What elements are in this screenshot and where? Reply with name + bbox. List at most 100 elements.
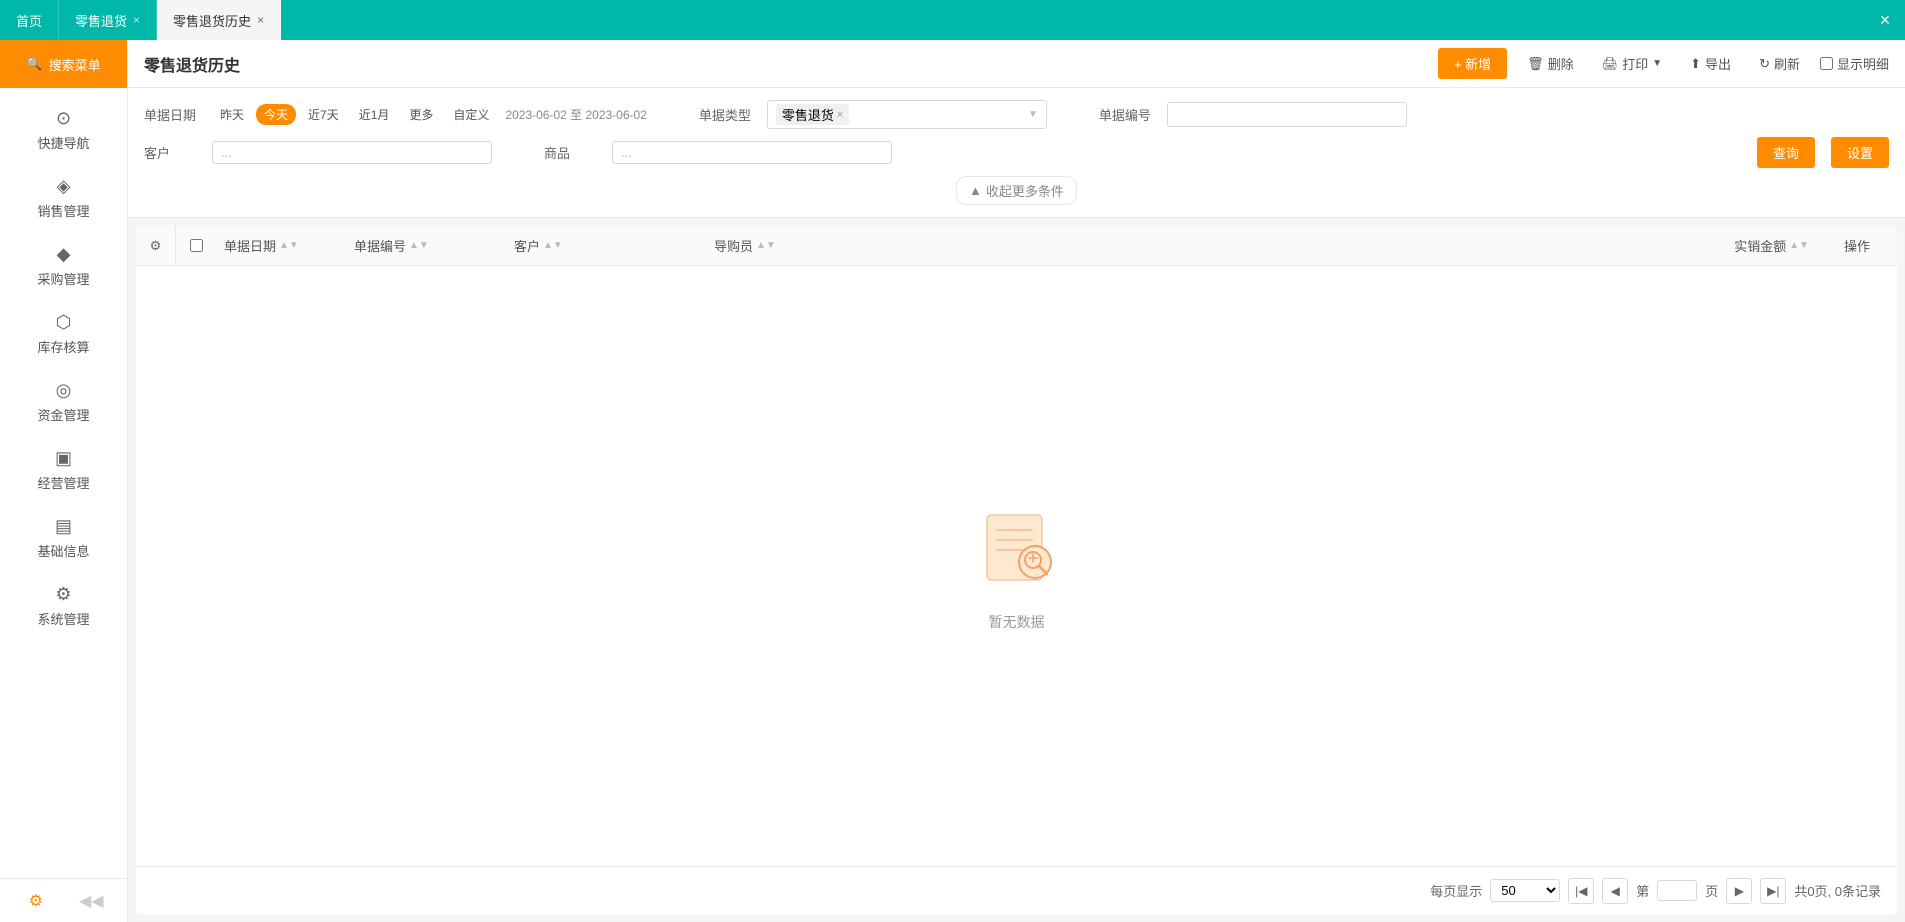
th-guide-sort-icon[interactable]: ▲▼ [756, 241, 776, 251]
doc-type-tag-label: 零售退货 [782, 105, 834, 124]
sidebar-bottom: ⚙ ◀◀ [0, 878, 127, 922]
sidebar-item-inventory-label: 库存核算 [37, 337, 89, 356]
page-first-button[interactable]: |◀ [1568, 878, 1594, 904]
pagination-bar: 每页显示 50 10 20 100 |◀ ◀ 第 1 页 ▶ ▶| 共0页, 0… [136, 866, 1897, 914]
tab-return[interactable]: 零售退货 × [59, 0, 157, 40]
date-opt-custom[interactable]: 自定义 [445, 104, 497, 125]
empty-text: 暂无数据 [989, 612, 1045, 632]
sidebar-item-purchase-mgmt-label: 采购管理 [37, 269, 89, 288]
page-prev-button[interactable]: ◀ [1602, 878, 1628, 904]
filter-row-1: 单据日期 昨天 今天 近7天 近1月 更多 自定义 2023-06-02 至 2… [144, 100, 1889, 129]
query-button[interactable]: 查询 [1757, 137, 1815, 168]
th-date-label: 单据日期 [224, 236, 276, 255]
sidebar-item-quick-nav[interactable]: ⊙ 快捷导航 [0, 96, 127, 164]
sidebar-item-purchase-mgmt[interactable]: ◆ 采购管理 [0, 232, 127, 300]
export-button[interactable]: ⬆ 导出 [1682, 50, 1739, 77]
finance-icon: ◎ [56, 380, 72, 401]
sidebar-item-basic-info[interactable]: ▤ 基础信息 [0, 504, 127, 572]
date-opt-7days[interactable]: 近7天 [300, 104, 347, 125]
customer-placeholder: ... [221, 145, 232, 160]
purchase-mgmt-icon: ◆ [57, 244, 71, 265]
delete-label: 删除 [1548, 54, 1574, 73]
ops-mgmt-icon: ▣ [55, 448, 72, 469]
tab-home[interactable]: 首页 [0, 0, 59, 40]
table-header: ⚙ 单据日期 ▲▼ 单据编号 ▲▼ 客户 ▲▼ 导购员 [136, 226, 1897, 266]
th-guide-label: 导购员 [714, 236, 753, 255]
sidebar-search-label: 搜索菜单 [49, 55, 101, 74]
sidebar-nav: ⊙ 快捷导航 ◈ 销售管理 ◆ 采购管理 ⬡ 库存核算 ◎ 资金管理 ▣ 经营管… [0, 88, 127, 878]
basic-info-icon: ▤ [55, 516, 72, 537]
collapse-label: 收起更多条件 [986, 181, 1064, 200]
th-no: 单据编号 ▲▼ [346, 236, 506, 255]
goods-select[interactable]: ... [612, 141, 892, 164]
tab-return-close[interactable]: × [133, 13, 140, 27]
inventory-icon: ⬡ [56, 312, 72, 333]
select-all-checkbox[interactable] [190, 239, 203, 252]
page-header: 零售退货历史 + 新增 🗑 删除 🖨 打印 ▼ ⬆ 导出 ↻ [128, 40, 1905, 88]
filter-area: 单据日期 昨天 今天 近7天 近1月 更多 自定义 2023-06-02 至 2… [128, 88, 1905, 218]
date-opt-1month[interactable]: 近1月 [351, 104, 398, 125]
refresh-label: 刷新 [1774, 54, 1800, 73]
sales-mgmt-icon: ◈ [57, 176, 71, 197]
window-close-button[interactable]: × [1865, 0, 1905, 40]
filter-row-2: 客户 ... 商品 ... 查询 设置 [144, 137, 1889, 168]
tab-return-history[interactable]: 零售退货历史 × [157, 0, 281, 40]
refresh-button[interactable]: ↻ 刷新 [1751, 50, 1808, 77]
sidebar-item-system-mgmt-label: 系统管理 [37, 609, 89, 628]
th-amount-sort-icon[interactable]: ▲▼ [1789, 241, 1809, 251]
date-opt-more[interactable]: 更多 [401, 104, 441, 125]
page-next-button[interactable]: ▶ [1726, 878, 1752, 904]
customer-select[interactable]: ... [212, 141, 492, 164]
sidebar-item-ops-mgmt[interactable]: ▣ 经营管理 [0, 436, 127, 504]
setting-button[interactable]: 设置 [1831, 137, 1889, 168]
page-last-button[interactable]: ▶| [1760, 878, 1786, 904]
page-prefix: 第 [1636, 881, 1649, 900]
doc-type-dropdown-icon: ▼ [1028, 109, 1038, 120]
page-number-input[interactable]: 1 [1657, 880, 1697, 901]
refresh-icon: ↻ [1759, 56, 1770, 72]
date-range-display: 2023-06-02 至 2023-06-02 [505, 106, 646, 123]
delete-button[interactable]: 🗑 删除 [1519, 50, 1582, 77]
sidebar-item-quick-nav-label: 快捷导航 [37, 133, 89, 152]
sidebar-item-finance[interactable]: ◎ 资金管理 [0, 368, 127, 436]
sidebar-settings-button[interactable]: ⚙ [20, 885, 52, 917]
sidebar-item-sales-mgmt[interactable]: ◈ 销售管理 [0, 164, 127, 232]
table-area: ⚙ 单据日期 ▲▼ 单据编号 ▲▼ 客户 ▲▼ 导购员 [136, 226, 1897, 914]
th-customer: 客户 ▲▼ [506, 236, 706, 255]
doc-type-select[interactable]: 零售退货 × ▼ [767, 100, 1047, 129]
tab-return-history-close[interactable]: × [257, 13, 264, 27]
print-icon: 🖨 [1602, 56, 1619, 72]
doc-no-input[interactable] [1167, 102, 1407, 127]
empty-state: 暂无数据 [136, 266, 1897, 866]
sidebar-item-ops-mgmt-label: 经营管理 [37, 473, 89, 492]
th-date-sort-icon[interactable]: ▲▼ [279, 241, 299, 251]
sidebar-item-sales-mgmt-label: 销售管理 [37, 201, 89, 220]
th-no-label: 单据编号 [354, 236, 406, 255]
per-page-select[interactable]: 50 10 20 100 [1490, 879, 1560, 902]
display-switch[interactable]: 显示明细 [1820, 54, 1889, 73]
new-button[interactable]: + 新增 [1438, 48, 1507, 79]
sidebar-item-system-mgmt[interactable]: ⚙ 系统管理 [0, 572, 127, 640]
collapse-button[interactable]: ▲ 收起更多条件 [956, 176, 1077, 205]
print-button[interactable]: 🖨 打印 ▼ [1594, 50, 1670, 77]
th-guide: 导购员 ▲▼ [706, 236, 826, 255]
print-label: 打印 [1622, 54, 1648, 73]
th-customer-sort-icon[interactable]: ▲▼ [543, 241, 563, 251]
page-suffix: 页 [1705, 881, 1718, 900]
doc-type-tag: 零售退货 × [776, 104, 849, 125]
search-icon: 🔍 [26, 56, 42, 72]
doc-type-tag-close[interactable]: × [837, 109, 843, 121]
th-no-sort-icon[interactable]: ▲▼ [409, 241, 429, 251]
display-checkbox[interactable] [1820, 57, 1833, 70]
top-bar: 首页 零售退货 × 零售退货历史 × × [0, 0, 1905, 40]
print-dropdown-icon: ▼ [1652, 58, 1662, 69]
table-select-all[interactable] [176, 239, 216, 252]
sidebar-item-inventory[interactable]: ⬡ 库存核算 [0, 300, 127, 368]
table-settings-button[interactable]: ⚙ [136, 226, 176, 266]
date-opt-today[interactable]: 今天 [256, 104, 296, 125]
sidebar-search[interactable]: 🔍 搜索菜单 [0, 40, 127, 88]
th-ops: 操作 [1817, 236, 1897, 255]
content-area: 零售退货历史 + 新增 🗑 删除 🖨 打印 ▼ ⬆ 导出 ↻ [128, 40, 1905, 922]
date-opt-yesterday[interactable]: 昨天 [212, 104, 252, 125]
sidebar-volume-button[interactable]: ◀◀ [75, 885, 107, 917]
